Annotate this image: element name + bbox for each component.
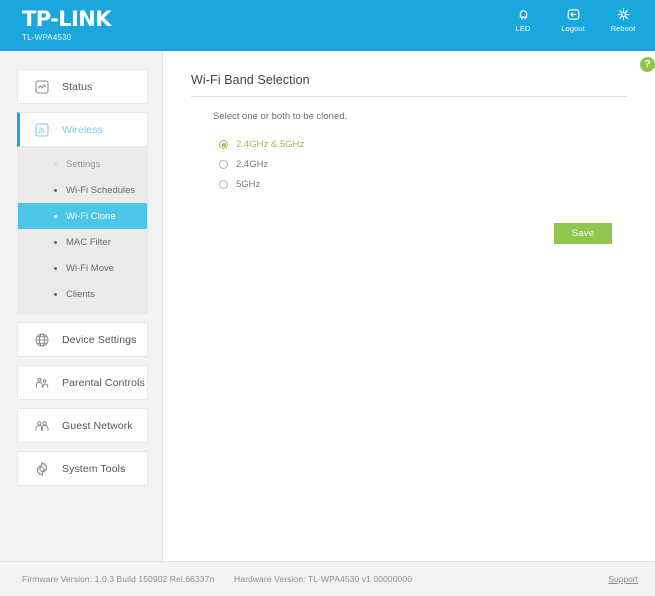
wifi-band-selection-panel: ? Wi-Fi Band Selection Select one or bot… <box>163 51 655 244</box>
sidebar-item-guest-network[interactable]: Guest Network <box>17 408 148 443</box>
gear-icon <box>33 460 51 478</box>
header-tools: LED Logout Reboot <box>505 7 641 33</box>
nav-group-status: Status <box>17 69 148 104</box>
sidebar-item-device-settings[interactable]: Device Settings <box>17 322 148 357</box>
radio-icon <box>219 140 228 149</box>
band-radio-group: 2.4GHz & 5GHz 2.4GHz 5GHz <box>219 135 627 194</box>
radio-option-5ghz[interactable]: 5GHz <box>219 175 627 194</box>
led-button[interactable]: LED <box>505 7 541 33</box>
nav-group-device-settings: Device Settings <box>17 322 148 357</box>
radio-icon <box>219 180 228 189</box>
radio-label: 2.4GHz & 5GHz <box>236 139 305 150</box>
brand-logo: TP-LINK <box>22 7 112 31</box>
help-icon[interactable]: ? <box>640 57 655 72</box>
sidebar-item-wireless[interactable]: Wireless <box>17 112 148 147</box>
led-icon <box>516 7 531 22</box>
sidebar: Status Wireless Settings Wi-Fi Schedules… <box>0 51 163 561</box>
app-footer: Firmware Version: 1.0.3 Build 150902 Rel… <box>0 561 655 596</box>
body: Status Wireless Settings Wi-Fi Schedules… <box>0 51 655 561</box>
sidebar-item-label: System Tools <box>62 462 126 475</box>
sidebar-item-label: Wireless <box>62 123 104 136</box>
sidebar-nav: Status Wireless Settings Wi-Fi Schedules… <box>0 51 162 486</box>
sidebar-subitem-label: Wi-Fi Move <box>66 262 115 274</box>
logout-button[interactable]: Logout <box>555 7 591 33</box>
radio-icon <box>219 160 228 169</box>
sidebar-item-system-tools[interactable]: System Tools <box>17 451 148 486</box>
sidebar-subitem-label: MAC Filter <box>66 236 111 248</box>
hardware-version: Hardware Version: TL-WPA4530 v1 00000000 <box>234 574 413 584</box>
sidebar-item-status[interactable]: Status <box>17 69 148 104</box>
logout-label: Logout <box>561 24 585 33</box>
app-header: TP-LINK TL-WPA4530 LED Logout Reboot <box>0 0 655 51</box>
sidebar-subitem-wifi-clone[interactable]: Wi-Fi Clone <box>18 203 147 229</box>
nav-group-guest-network: Guest Network <box>17 408 148 443</box>
brand-model: TL-WPA4530 <box>22 33 72 42</box>
sidebar-subnav-wireless: Settings Wi-Fi Schedules Wi-Fi Clone MAC… <box>17 147 148 314</box>
bullet-icon <box>54 188 57 192</box>
nav-group-system-tools: System Tools <box>17 451 148 486</box>
led-label: LED <box>515 24 531 33</box>
sidebar-subitem-label: Clients <box>66 288 96 300</box>
sidebar-subitem-wifi-move[interactable]: Wi-Fi Move <box>18 255 147 281</box>
hint-text: Select one or both to be cloned. <box>213 111 348 122</box>
support-link[interactable]: Support <box>608 574 638 584</box>
sidebar-item-label: Guest Network <box>62 419 133 432</box>
reboot-button[interactable]: Reboot <box>605 7 641 33</box>
radio-option-2-4ghz-and-5ghz[interactable]: 2.4GHz & 5GHz <box>219 135 627 154</box>
sidebar-subitem-wifi-schedules[interactable]: Wi-Fi Schedules <box>18 177 147 203</box>
save-row: Save <box>191 223 627 244</box>
main-content: ? Wi-Fi Band Selection Select one or bot… <box>163 51 655 561</box>
bullet-icon <box>54 162 57 166</box>
nav-group-wireless: Wireless Settings Wi-Fi Schedules Wi-Fi … <box>17 112 148 314</box>
bullet-icon <box>54 214 57 218</box>
brand: TP-LINK TL-WPA4530 <box>22 7 112 43</box>
sidebar-subitem-label: Wi-Fi Schedules <box>66 184 136 196</box>
sidebar-item-label: Parental Controls <box>62 376 145 389</box>
wireless-signal-icon <box>33 121 51 139</box>
router-admin-page: TP-LINK TL-WPA4530 LED Logout Reboot Sta… <box>0 0 655 596</box>
radio-label: 5GHz <box>236 179 261 190</box>
logout-icon <box>566 7 581 22</box>
radio-option-2-4ghz[interactable]: 2.4GHz <box>219 155 627 174</box>
parental-controls-icon <box>33 374 51 392</box>
sidebar-subitem-settings[interactable]: Settings <box>18 151 147 177</box>
reboot-label: Reboot <box>610 24 636 33</box>
sidebar-subitem-clients[interactable]: Clients <box>18 281 147 307</box>
reboot-icon <box>616 7 631 22</box>
bullet-icon <box>54 240 57 244</box>
globe-icon <box>33 331 51 349</box>
firmware-version: Firmware Version: 1.0.3 Build 150902 Rel… <box>22 574 215 584</box>
sidebar-subitem-label: Wi-Fi Clone <box>66 210 116 222</box>
page-title: Wi-Fi Band Selection <box>191 73 627 97</box>
sidebar-subitem-mac-filter[interactable]: MAC Filter <box>18 229 147 255</box>
guest-network-icon <box>33 417 51 435</box>
radio-label: 2.4GHz <box>236 159 269 170</box>
nav-group-parental-controls: Parental Controls <box>17 365 148 400</box>
sidebar-subitem-label: Settings <box>66 158 101 170</box>
save-button[interactable]: Save <box>554 223 612 244</box>
sidebar-item-label: Device Settings <box>62 333 137 346</box>
sidebar-item-label: Status <box>62 80 93 93</box>
sidebar-item-parental-controls[interactable]: Parental Controls <box>17 365 148 400</box>
bullet-icon <box>54 292 57 296</box>
status-chart-icon <box>33 78 51 96</box>
bullet-icon <box>54 266 57 270</box>
